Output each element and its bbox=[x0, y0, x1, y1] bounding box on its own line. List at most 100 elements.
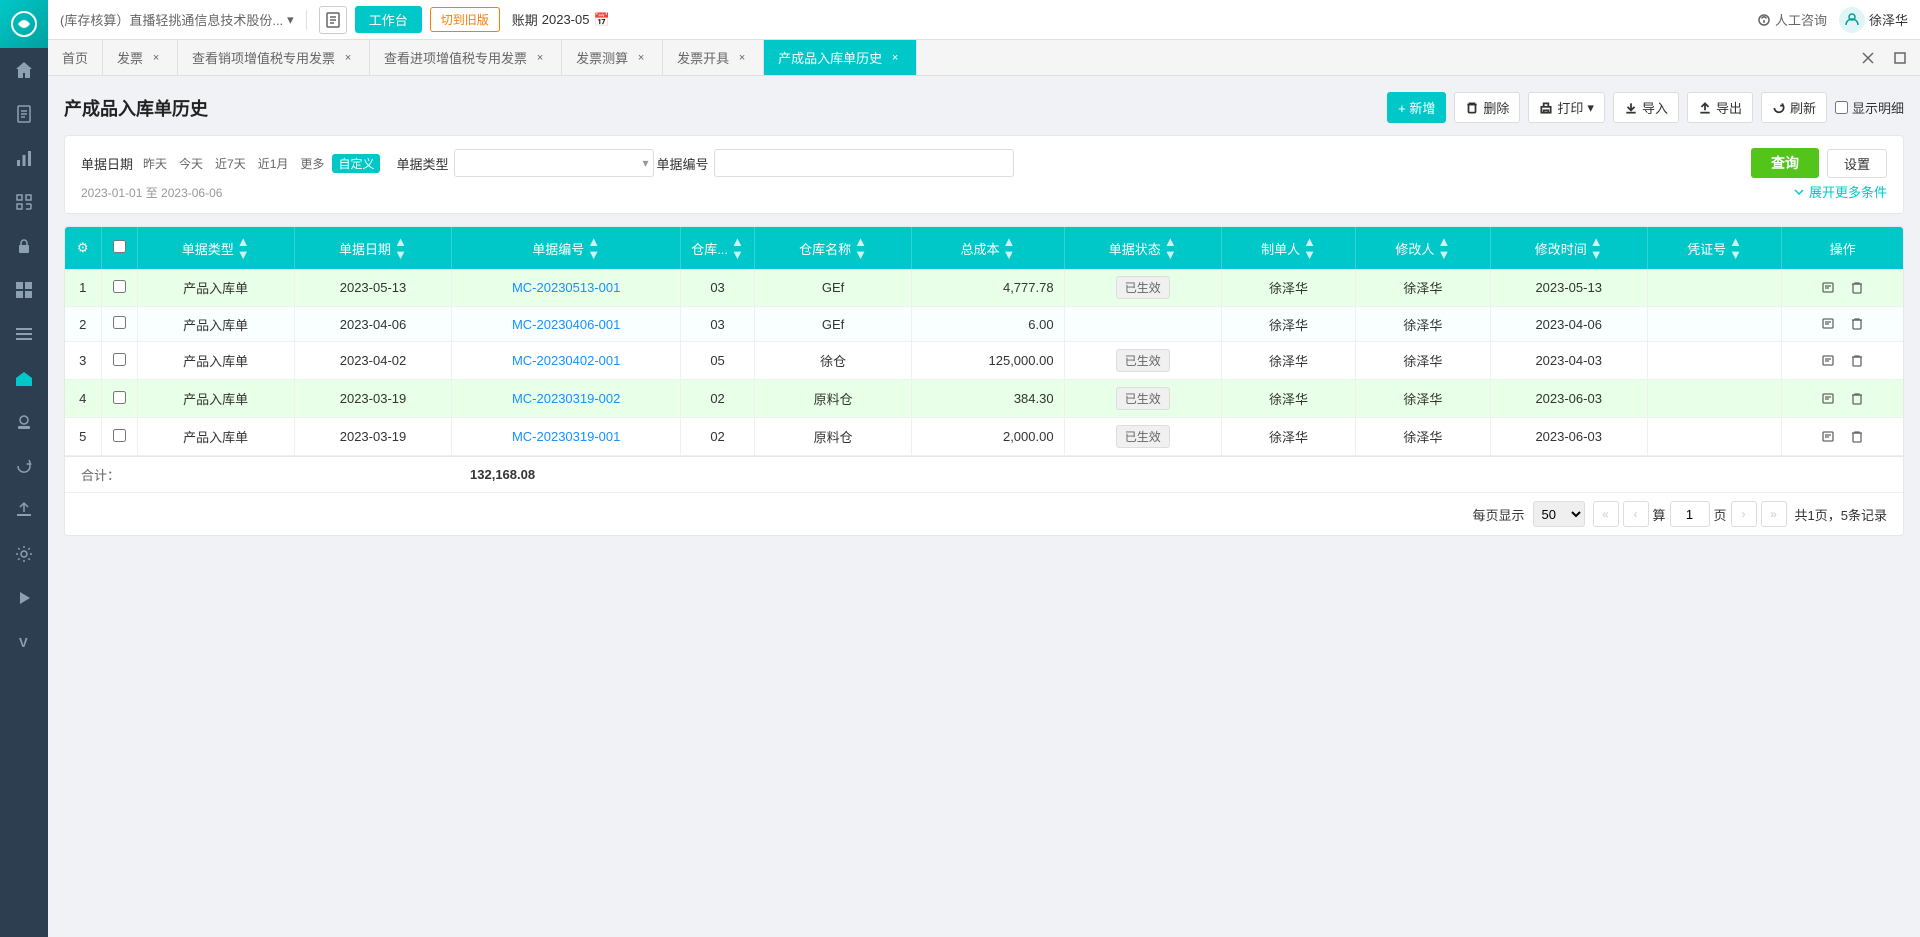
sidebar-item-home[interactable] bbox=[0, 48, 48, 92]
sidebar-item-refresh[interactable] bbox=[0, 444, 48, 488]
row-delete-button[interactable] bbox=[1847, 314, 1867, 334]
tab-open-close[interactable]: × bbox=[735, 51, 749, 65]
page-next-button[interactable]: › bbox=[1731, 501, 1757, 527]
tab-open-label: 发票开具 bbox=[677, 48, 729, 67]
th-modify-time[interactable]: 修改时间▲▼ bbox=[1490, 227, 1647, 269]
tab-calc[interactable]: 发票测算 × bbox=[562, 40, 663, 76]
tab-minimize-icon[interactable] bbox=[1856, 46, 1880, 70]
row-delete-button[interactable] bbox=[1847, 351, 1867, 371]
show-detail-checkbox-label[interactable]: 显示明细 bbox=[1835, 98, 1904, 117]
export-button[interactable]: 导出 bbox=[1687, 92, 1753, 123]
row-edit-button[interactable] bbox=[1819, 351, 1839, 371]
th-date[interactable]: 单据日期▲▼ bbox=[294, 227, 451, 269]
per-page-select[interactable]: 20 50 100 bbox=[1533, 501, 1585, 527]
sidebar-item-settings[interactable] bbox=[0, 532, 48, 576]
sidebar-item-grid[interactable] bbox=[0, 268, 48, 312]
refresh-button[interactable]: 刷新 bbox=[1761, 92, 1827, 123]
page-prev-button[interactable]: ‹ bbox=[1623, 501, 1649, 527]
tab-invoice-close[interactable]: × bbox=[149, 51, 163, 65]
tab-home[interactable]: 首页 bbox=[48, 40, 103, 76]
row-checkbox[interactable] bbox=[113, 280, 126, 293]
sidebar-item-list[interactable] bbox=[0, 312, 48, 356]
expand-filter-button[interactable]: 展开更多条件 bbox=[1793, 182, 1887, 201]
date-shortcut-more[interactable]: 更多 bbox=[296, 154, 328, 173]
row-number-link[interactable]: MC-20230513-001 bbox=[452, 269, 681, 307]
sidebar-item-play[interactable] bbox=[0, 576, 48, 620]
row-checkbox[interactable] bbox=[113, 316, 126, 329]
tab-calc-close[interactable]: × bbox=[634, 51, 648, 65]
row-checkbox[interactable] bbox=[113, 391, 126, 404]
doc-button[interactable] bbox=[319, 6, 347, 34]
row-number-link[interactable]: MC-20230402-001 bbox=[452, 342, 681, 380]
tab-purchase-invoice-close[interactable]: × bbox=[533, 51, 547, 65]
row-number-link[interactable]: MC-20230319-002 bbox=[452, 380, 681, 418]
th-warehouse-code[interactable]: 仓库...▲▼ bbox=[681, 227, 755, 269]
user-menu[interactable]: 徐泽华 bbox=[1839, 7, 1908, 33]
workbench-button[interactable]: 工作台 bbox=[355, 6, 422, 33]
date-shortcut-yesterday[interactable]: 昨天 bbox=[139, 154, 171, 173]
sidebar-item-chart[interactable] bbox=[0, 136, 48, 180]
row-number-link[interactable]: MC-20230319-001 bbox=[452, 418, 681, 456]
page-first-button[interactable]: « bbox=[1593, 501, 1619, 527]
show-detail-checkbox[interactable] bbox=[1835, 101, 1848, 114]
service-button[interactable]: 人工咨询 bbox=[1757, 10, 1827, 29]
row-date: 2023-04-02 bbox=[294, 342, 451, 380]
page-last-button[interactable]: » bbox=[1761, 501, 1787, 527]
row-delete-button[interactable] bbox=[1847, 278, 1867, 298]
tab-history[interactable]: 产成品入库单历史 × bbox=[764, 40, 917, 76]
sidebar-item-docs[interactable] bbox=[0, 92, 48, 136]
tab-invoice[interactable]: 发票 × bbox=[103, 40, 178, 76]
row-checkbox[interactable] bbox=[113, 429, 126, 442]
sidebar-item-warehouse[interactable] bbox=[0, 356, 48, 400]
filter-type-select[interactable] bbox=[454, 149, 654, 177]
row-edit-button[interactable] bbox=[1819, 389, 1839, 409]
tab-purchase-invoice[interactable]: 查看进项增值税专用发票 × bbox=[370, 40, 562, 76]
print-button[interactable]: 打印 ▾ bbox=[1528, 92, 1605, 123]
select-all-checkbox[interactable] bbox=[113, 240, 126, 253]
new-button[interactable]: + 新增 bbox=[1387, 92, 1446, 123]
delete-button[interactable]: 删除 bbox=[1454, 92, 1520, 123]
sidebar-item-scan[interactable] bbox=[0, 180, 48, 224]
app-logo[interactable] bbox=[0, 0, 48, 48]
date-shortcut-today[interactable]: 今天 bbox=[175, 154, 207, 173]
row-edit-button[interactable] bbox=[1819, 427, 1839, 447]
th-settings[interactable]: ⚙ bbox=[65, 227, 101, 269]
th-voucher[interactable]: 凭证号▲▼ bbox=[1647, 227, 1781, 269]
sidebar-item-upload[interactable] bbox=[0, 488, 48, 532]
company-selector[interactable]: (库存核算）直播轻挑通信息技术股份... ▾ bbox=[60, 10, 294, 29]
row-number-link[interactable]: MC-20230406-001 bbox=[452, 307, 681, 342]
date-shortcut-1month[interactable]: 近1月 bbox=[254, 154, 293, 173]
row-edit-button[interactable] bbox=[1819, 314, 1839, 334]
tab-open[interactable]: 发票开具 × bbox=[663, 40, 764, 76]
tab-sales-invoice[interactable]: 查看销项增值税专用发票 × bbox=[178, 40, 370, 76]
page-input[interactable] bbox=[1670, 501, 1710, 527]
company-name: (库存核算）直播轻挑通信息技术股份... bbox=[60, 10, 283, 29]
th-creator[interactable]: 制单人▲▼ bbox=[1221, 227, 1355, 269]
th-warehouse-name[interactable]: 仓库名称▲▼ bbox=[754, 227, 911, 269]
th-modifier[interactable]: 修改人▲▼ bbox=[1356, 227, 1490, 269]
query-button[interactable]: 查询 bbox=[1751, 148, 1819, 178]
switch-button[interactable]: 切到旧版 bbox=[430, 7, 500, 32]
row-checkbox[interactable] bbox=[113, 353, 126, 366]
date-shortcut-7days[interactable]: 近7天 bbox=[211, 154, 250, 173]
set-button[interactable]: 设置 bbox=[1827, 149, 1887, 178]
sidebar-item-stamp[interactable] bbox=[0, 400, 48, 444]
calendar-icon[interactable]: 📅 bbox=[593, 12, 609, 28]
row-edit-button[interactable] bbox=[1819, 278, 1839, 298]
tab-history-close[interactable]: × bbox=[888, 51, 902, 65]
th-number[interactable]: 单据编号▲▼ bbox=[452, 227, 681, 269]
settings-icon[interactable]: ⚙ bbox=[77, 240, 89, 255]
row-delete-button[interactable] bbox=[1847, 389, 1867, 409]
date-shortcut-custom[interactable]: 自定义 bbox=[332, 154, 380, 173]
sidebar-item-lock[interactable] bbox=[0, 224, 48, 268]
tab-sales-invoice-close[interactable]: × bbox=[341, 51, 355, 65]
filter-number-input[interactable] bbox=[714, 149, 1014, 177]
row-delete-button[interactable] bbox=[1847, 427, 1867, 447]
tab-maximize-icon[interactable] bbox=[1888, 46, 1912, 70]
row-creator: 徐泽华 bbox=[1221, 307, 1355, 342]
sidebar-item-v[interactable]: V bbox=[0, 620, 48, 664]
th-status[interactable]: 单据状态▲▼ bbox=[1064, 227, 1221, 269]
import-button[interactable]: 导入 bbox=[1613, 92, 1679, 123]
th-total-cost[interactable]: 总成本▲▼ bbox=[912, 227, 1064, 269]
th-type[interactable]: 单据类型▲▼ bbox=[137, 227, 294, 269]
